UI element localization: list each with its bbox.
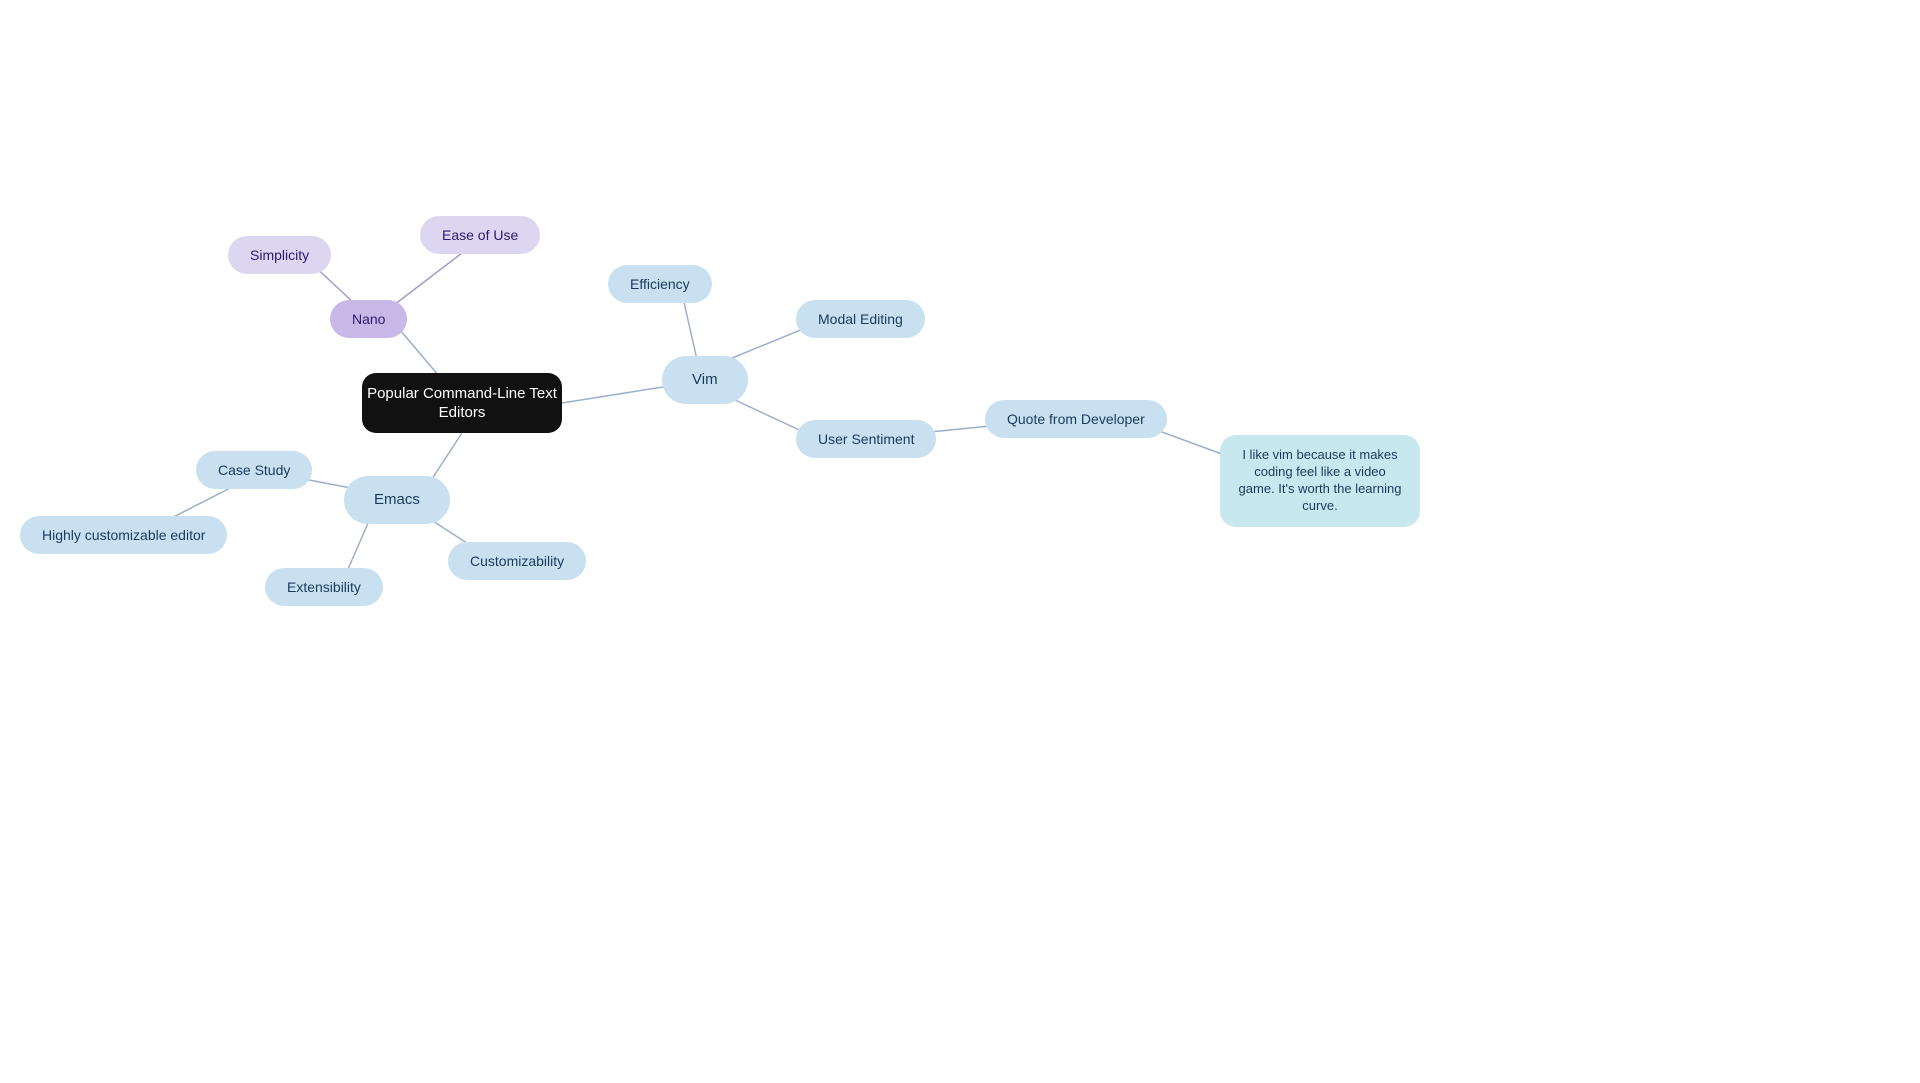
quote-text-node: I like vim because it makes coding feel … (1220, 435, 1420, 527)
center-node[interactable]: Popular Command-Line Text Editors (362, 373, 562, 433)
simplicity-node[interactable]: Simplicity (228, 236, 331, 274)
customizability-node[interactable]: Customizability (448, 542, 586, 580)
quote-from-developer-node[interactable]: Quote from Developer (985, 400, 1167, 438)
extensibility-node[interactable]: Extensibility (265, 568, 383, 606)
user-sentiment-node[interactable]: User Sentiment (796, 420, 936, 458)
nano-node[interactable]: Nano (330, 300, 407, 338)
case-study-node[interactable]: Case Study (196, 451, 312, 489)
efficiency-node[interactable]: Efficiency (608, 265, 712, 303)
highly-customizable-node[interactable]: Highly customizable editor (20, 516, 227, 554)
ease-of-use-node[interactable]: Ease of Use (420, 216, 540, 254)
modal-editing-node[interactable]: Modal Editing (796, 300, 925, 338)
emacs-node[interactable]: Emacs (344, 476, 450, 524)
vim-node[interactable]: Vim (662, 356, 748, 404)
